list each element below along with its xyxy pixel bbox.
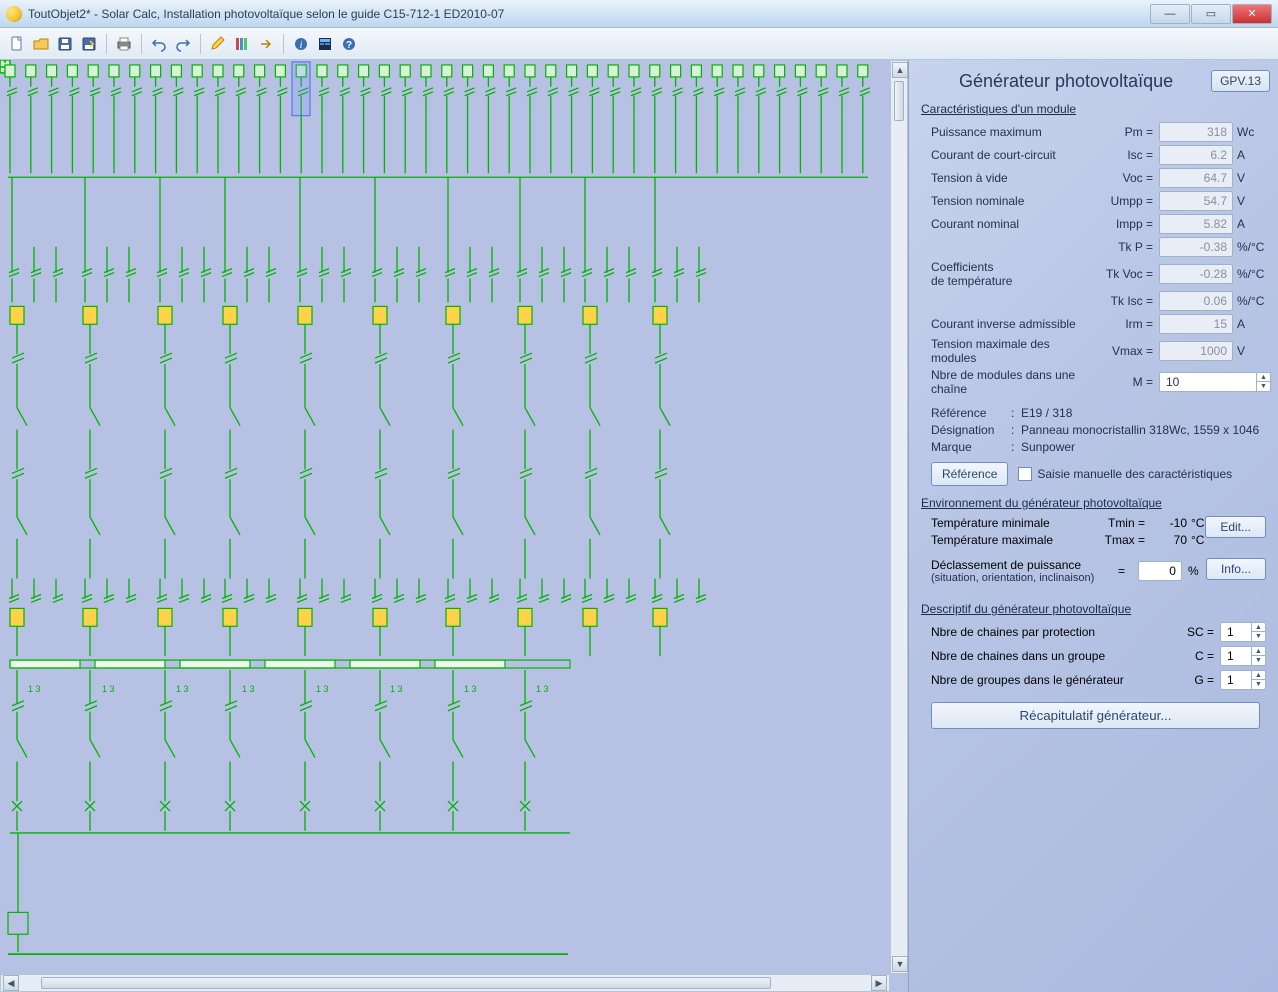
close-button[interactable]: ✕ <box>1232 4 1272 24</box>
svg-text:1 3: 1 3 <box>242 684 255 694</box>
app-icon <box>6 6 22 22</box>
edit-icon[interactable] <box>207 33 229 55</box>
designation-value: Panneau monocristallin 318Wc, 1559 x 104… <box>1021 423 1270 437</box>
window-title: ToutObjet2* - Solar Calc, Installation p… <box>28 7 1149 21</box>
maximize-button[interactable]: ▭ <box>1191 4 1231 24</box>
undo-icon[interactable] <box>148 33 170 55</box>
titlebar: ToutObjet2* - Solar Calc, Installation p… <box>0 0 1278 28</box>
svg-text:1 3: 1 3 <box>536 684 549 694</box>
vertical-scrollbar[interactable]: ▲ ▼ <box>890 60 908 974</box>
modules-in-chain-row: Nbre de modules dans une chaîne M = 10 ▲… <box>931 368 1270 396</box>
module-prop-row: Tk P =-0.38%/°C <box>931 237 1270 257</box>
section-descriptif: Descriptif du générateur photovoltaïque <box>921 602 1270 616</box>
library-icon[interactable] <box>231 33 253 55</box>
module-value-field[interactable]: 54.7 <box>1159 191 1233 211</box>
horizontal-scrollbar[interactable]: ◀ ▶ <box>0 974 890 992</box>
g-spinner[interactable]: 1 ▲▼ <box>1220 670 1266 690</box>
info-icon[interactable]: i <box>290 33 312 55</box>
svg-text:1 3: 1 3 <box>102 684 115 694</box>
panel-title: Générateur photovoltaïque <box>921 71 1211 92</box>
solar-calc-icon[interactable] <box>314 33 336 55</box>
module-prop-row: Tension maximale des modulesVmax =1000V <box>931 337 1270 365</box>
module-value-field[interactable]: 6.2 <box>1159 145 1233 165</box>
gpv-badge[interactable]: GPV.13 <box>1211 70 1270 92</box>
module-value-field[interactable]: 15 <box>1159 314 1233 334</box>
section-environment: Environnement du générateur photovoltaïq… <box>921 496 1270 510</box>
section-module-characteristics: Caractéristiques d'un module <box>921 102 1270 116</box>
marque-label: Marque <box>931 440 1011 454</box>
svg-text:1 3: 1 3 <box>390 684 403 694</box>
recap-button[interactable]: Récapitulatif générateur... <box>931 702 1260 729</box>
module-value-field[interactable]: 318 <box>1159 122 1233 142</box>
svg-text:?: ? <box>346 40 352 51</box>
manual-entry-checkbox[interactable]: Saisie manuelle des caractéristiques <box>1018 467 1232 481</box>
module-value-field[interactable]: -0.28 <box>1159 264 1233 284</box>
svg-text:1 3: 1 3 <box>316 684 329 694</box>
module-prop-row: Tension nominaleUmpp =54.7V <box>931 191 1270 211</box>
open-file-icon[interactable] <box>30 33 52 55</box>
module-value-field[interactable]: 64.7 <box>1159 168 1233 188</box>
reference-label: Référence <box>931 406 1011 420</box>
main-area: 1 3 1 3 1 3 1 3 1 3 1 3 1 3 1 3 ▲ ▼ ◀ ▶ Générat… <box>0 60 1278 992</box>
new-file-icon[interactable] <box>6 33 28 55</box>
help-icon[interactable]: ? <box>338 33 360 55</box>
reference-value: E19 / 318 <box>1021 406 1270 420</box>
module-value-field[interactable]: 5.82 <box>1159 214 1233 234</box>
info-button[interactable]: Info... <box>1206 558 1266 580</box>
svg-text:i: i <box>300 40 303 51</box>
marque-value: Sunpower <box>1021 440 1270 454</box>
module-value-field[interactable]: 1000 <box>1159 341 1233 361</box>
svg-text:1 3: 1 3 <box>464 684 477 694</box>
toolbar: i ? <box>0 28 1278 60</box>
modules-in-chain-spinner[interactable]: 10 ▲▼ <box>1159 372 1271 392</box>
sc-spinner[interactable]: 1 ▲▼ <box>1220 622 1266 642</box>
schematic-canvas[interactable]: 1 3 1 3 1 3 1 3 1 3 1 3 1 3 1 3 <box>0 60 890 974</box>
module-value-field[interactable]: -0.38 <box>1159 237 1233 257</box>
module-prop-row: Tk Isc =0.06%/°C <box>931 291 1270 311</box>
save-icon[interactable] <box>54 33 76 55</box>
module-prop-row: Puissance maximumPm =318Wc <box>931 122 1270 142</box>
print-icon[interactable] <box>113 33 135 55</box>
designation-label: Désignation <box>931 423 1011 437</box>
reference-button[interactable]: Référence <box>931 462 1008 486</box>
declass-value[interactable]: 0 <box>1138 561 1182 581</box>
minimize-button[interactable]: — <box>1150 4 1190 24</box>
module-prop-row: Courant inverse admissibleIrm =15A <box>931 314 1270 334</box>
redo-icon[interactable] <box>172 33 194 55</box>
svg-text:1 3: 1 3 <box>28 684 41 694</box>
diagram-area: 1 3 1 3 1 3 1 3 1 3 1 3 1 3 1 3 ▲ ▼ ◀ ▶ <box>0 60 908 992</box>
module-value-field[interactable]: 0.06 <box>1159 291 1233 311</box>
module-prop-row: Coefficients de températureTk Voc =-0.28… <box>931 260 1270 288</box>
arrow-icon[interactable] <box>255 33 277 55</box>
module-prop-row: Courant nominalImpp =5.82A <box>931 214 1270 234</box>
module-prop-row: Courant de court-circuitIsc =6.2A <box>931 145 1270 165</box>
c-spinner[interactable]: 1 ▲▼ <box>1220 646 1266 666</box>
save-as-icon[interactable] <box>78 33 100 55</box>
module-prop-row: Tension à videVoc =64.7V <box>931 168 1270 188</box>
svg-text:1 3: 1 3 <box>176 684 189 694</box>
properties-panel: Générateur photovoltaïque GPV.13 Caracté… <box>908 60 1278 992</box>
